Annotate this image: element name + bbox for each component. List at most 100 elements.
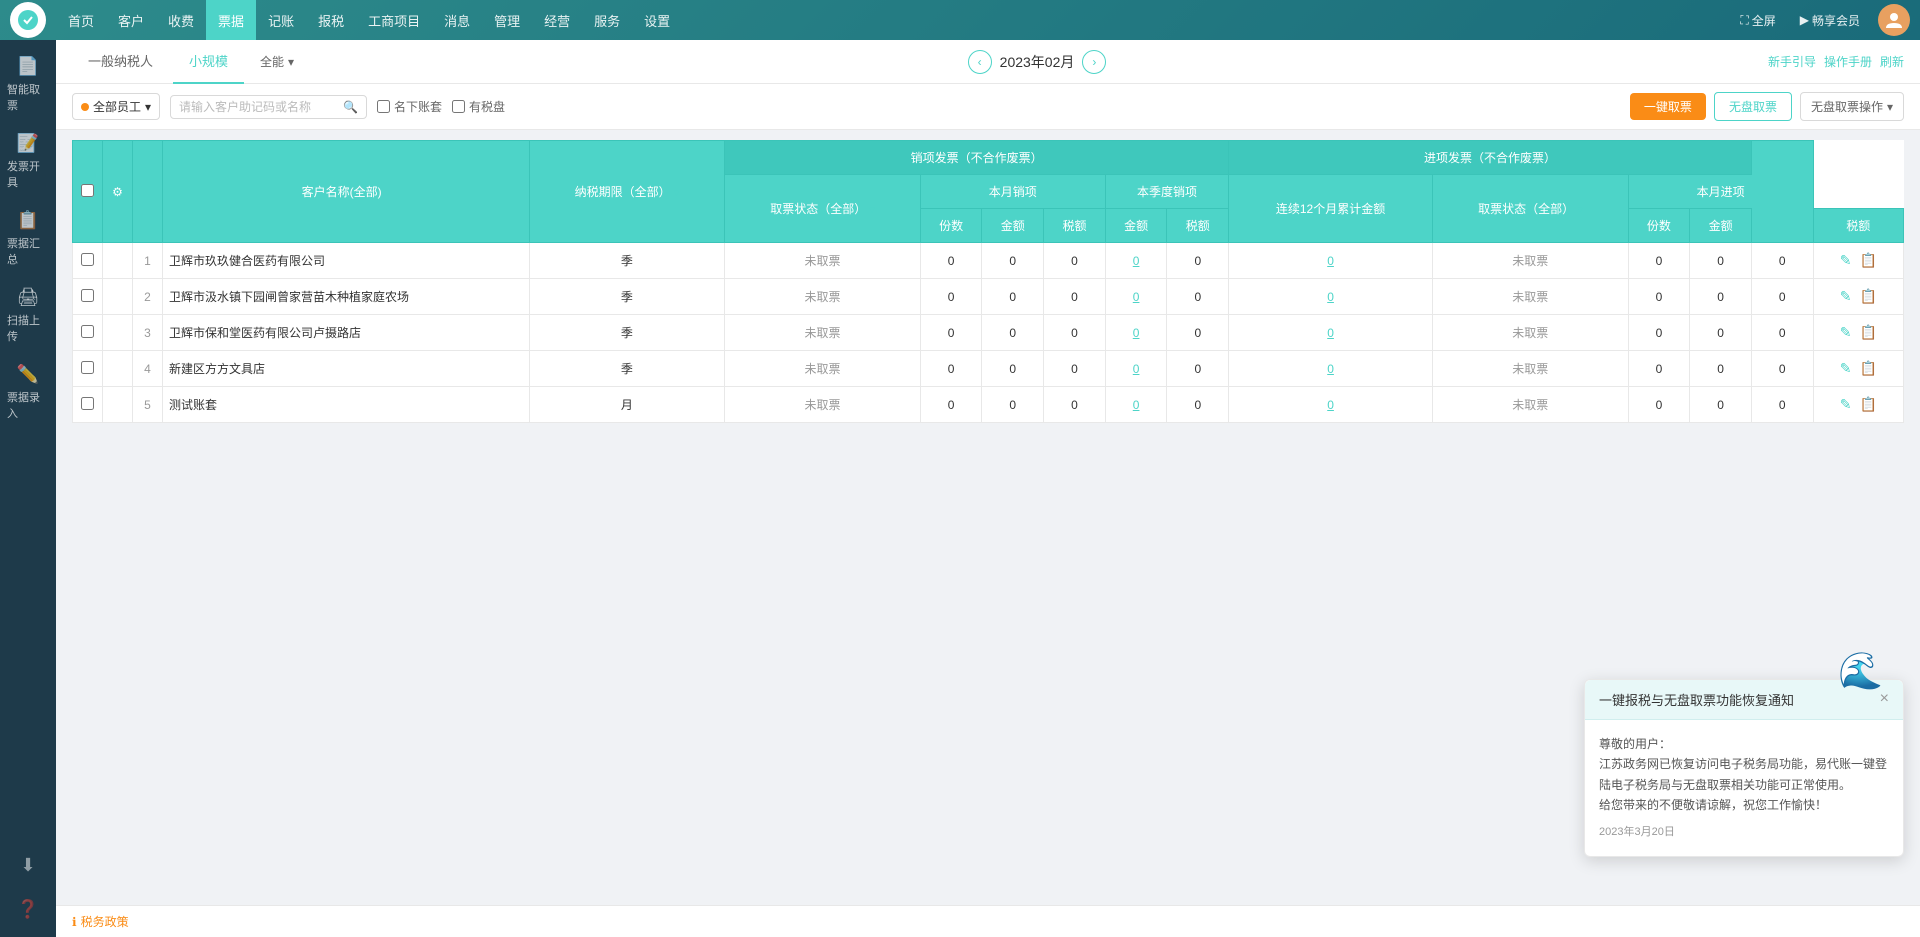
no-disk-btn[interactable]: 无盘取票: [1714, 92, 1792, 121]
row-im-tax-3: 0: [1751, 351, 1813, 387]
row-num-3: 4: [133, 351, 163, 387]
entry-icon: ✏️: [17, 364, 39, 385]
row-actions-1: ✎ 📋: [1813, 279, 1903, 315]
name-account-input[interactable]: [377, 100, 390, 113]
row-check-input-3[interactable]: [81, 361, 94, 374]
col-company[interactable]: 客户名称(全部) ▾: [163, 141, 530, 243]
row-sm-copies-2: 0: [920, 315, 982, 351]
nav-accounting[interactable]: 记账: [256, 0, 306, 40]
row-view-btn-4[interactable]: 📋: [1857, 394, 1878, 415]
notification-close-btn[interactable]: ×: [1880, 690, 1889, 708]
tab-small-scale[interactable]: 小规模: [173, 40, 244, 84]
row-checkbox-4[interactable]: [73, 387, 103, 423]
row-ss-amount-3: 0: [1105, 351, 1167, 387]
nav-operation[interactable]: 经营: [532, 0, 582, 40]
status-bar[interactable]: ℹ 税务政策: [56, 905, 1920, 937]
nav-tax[interactable]: 报税: [306, 0, 356, 40]
sales-status-filter[interactable]: ▾: [870, 205, 875, 216]
table-row: 1 卫辉市玖玖健合医药有限公司 季 未取票 0 0 0 0 0 0 未取票 0 …: [73, 243, 1904, 279]
employee-dot: [81, 103, 89, 111]
tab-all[interactable]: 全能 ▾: [248, 40, 306, 84]
row-num-2: 3: [133, 315, 163, 351]
sidebar-item-open-invoice[interactable]: 📝 发票开具: [3, 125, 53, 198]
notification-greeting: 尊敬的用户：: [1599, 734, 1889, 754]
nav-service[interactable]: 服务: [582, 0, 632, 40]
row-edit-btn-0[interactable]: ✎: [1838, 250, 1854, 271]
row-im-tax-2: 0: [1751, 315, 1813, 351]
sidebar-item-scan[interactable]: 🖨 扫描上传: [3, 279, 53, 352]
ops-manual-btn[interactable]: 操作手册: [1824, 53, 1872, 70]
row-edit-btn-3[interactable]: ✎: [1838, 358, 1854, 379]
row-checkbox-1[interactable]: [73, 279, 103, 315]
nav-message[interactable]: 消息: [432, 0, 482, 40]
new-guide-btn[interactable]: 新手引导: [1768, 53, 1816, 70]
tax-disk-checkbox[interactable]: 有税盘: [452, 98, 505, 115]
row-check-input-4[interactable]: [81, 397, 94, 410]
sidebar-bottom-download[interactable]: ⬇: [10, 847, 46, 883]
row-sm-tax-4: 0: [1044, 387, 1106, 423]
col-input-status[interactable]: 取票状态（全部） ▾: [1433, 175, 1629, 243]
nav-home[interactable]: 首页: [56, 0, 106, 40]
table-row: 4 新建区方方文具店 季 未取票 0 0 0 0 0 0 未取票 0 0 0 ✎…: [73, 351, 1904, 387]
row-12m-3: 0: [1229, 351, 1433, 387]
row-checkbox-2[interactable]: [73, 315, 103, 351]
fullscreen-btn[interactable]: ⛶ 全屏: [1734, 10, 1781, 31]
row-settings-2[interactable]: [103, 315, 133, 351]
row-actions-0: ✎ 📋: [1813, 243, 1903, 279]
tax-disk-input[interactable]: [452, 100, 465, 113]
tab-general[interactable]: 一般纳税人: [72, 40, 169, 84]
row-check-input-2[interactable]: [81, 325, 94, 338]
row-check-input-0[interactable]: [81, 253, 94, 266]
nav-settings[interactable]: 设置: [632, 0, 682, 40]
col-tax-period[interactable]: 纳税期限（全部） ▾: [529, 141, 725, 243]
nav-manage[interactable]: 管理: [482, 0, 532, 40]
col-sales-group: 销项发票（不合作废票）: [725, 141, 1229, 175]
row-settings-0[interactable]: [103, 243, 133, 279]
nav-business[interactable]: 工商项目: [356, 0, 432, 40]
no-disk-ops-btn[interactable]: 无盘取票操作 ▾: [1800, 92, 1904, 121]
nav-customer[interactable]: 客户: [106, 0, 156, 40]
input-status-filter[interactable]: ▾: [1577, 205, 1582, 216]
period-next-btn[interactable]: ›: [1082, 50, 1106, 74]
row-sm-amount-2: 0: [982, 315, 1044, 351]
sidebar-item-summary[interactable]: 📋 票据汇总: [3, 202, 53, 275]
employee-select[interactable]: 全部员工 ▾: [72, 93, 160, 120]
col-sales-status[interactable]: 取票状态（全部） ▾: [725, 175, 921, 243]
sidebar-item-entry[interactable]: ✏️ 票据录入: [3, 356, 53, 429]
row-company-4: 测试账套: [163, 387, 530, 423]
nav-billing[interactable]: 收费: [156, 0, 206, 40]
user-avatar[interactable]: [1878, 4, 1910, 36]
row-settings-4[interactable]: [103, 387, 133, 423]
sidebar-item-smart-label: 智能取票: [7, 81, 49, 113]
sidebar-item-smart-invoice[interactable]: 📄 智能取票: [3, 48, 53, 121]
col-settings[interactable]: ⚙: [103, 141, 133, 243]
row-check-input-1[interactable]: [81, 289, 94, 302]
tax-period-filter-icon[interactable]: ▾: [674, 188, 679, 199]
row-settings-3[interactable]: [103, 351, 133, 387]
member-btn[interactable]: ▶ 畅享会员: [1794, 10, 1866, 31]
row-settings-1[interactable]: [103, 279, 133, 315]
toolbar-left: 全部员工 ▾ 🔍 名下账套 有税盘: [72, 93, 1620, 120]
period-prev-btn[interactable]: ‹: [968, 50, 992, 74]
row-checkbox-0[interactable]: [73, 243, 103, 279]
search-icon[interactable]: 🔍: [343, 100, 358, 114]
sidebar-bottom-help[interactable]: ❓: [10, 891, 46, 927]
row-checkbox-3[interactable]: [73, 351, 103, 387]
row-edit-btn-1[interactable]: ✎: [1838, 286, 1854, 307]
row-im-tax-0: 0: [1751, 243, 1813, 279]
search-input[interactable]: [179, 100, 339, 114]
company-filter-icon[interactable]: ▾: [385, 188, 390, 199]
refresh-btn[interactable]: 刷新: [1880, 53, 1904, 70]
nav-invoice[interactable]: 票据: [206, 0, 256, 40]
row-edit-btn-2[interactable]: ✎: [1838, 322, 1854, 343]
table-row: 5 测试账套 月 未取票 0 0 0 0 0 0 未取票 0 0 0 ✎ 📋: [73, 387, 1904, 423]
row-view-btn-2[interactable]: 📋: [1857, 322, 1878, 343]
name-account-checkbox[interactable]: 名下账套: [377, 98, 442, 115]
row-view-btn-1[interactable]: 📋: [1857, 286, 1878, 307]
select-all-checkbox[interactable]: [81, 184, 94, 197]
row-sm-amount-1: 0: [982, 279, 1044, 315]
row-view-btn-0[interactable]: 📋: [1857, 250, 1878, 271]
one-click-btn[interactable]: 一键取票: [1630, 93, 1706, 120]
row-view-btn-3[interactable]: 📋: [1857, 358, 1878, 379]
row-edit-btn-4[interactable]: ✎: [1838, 394, 1854, 415]
